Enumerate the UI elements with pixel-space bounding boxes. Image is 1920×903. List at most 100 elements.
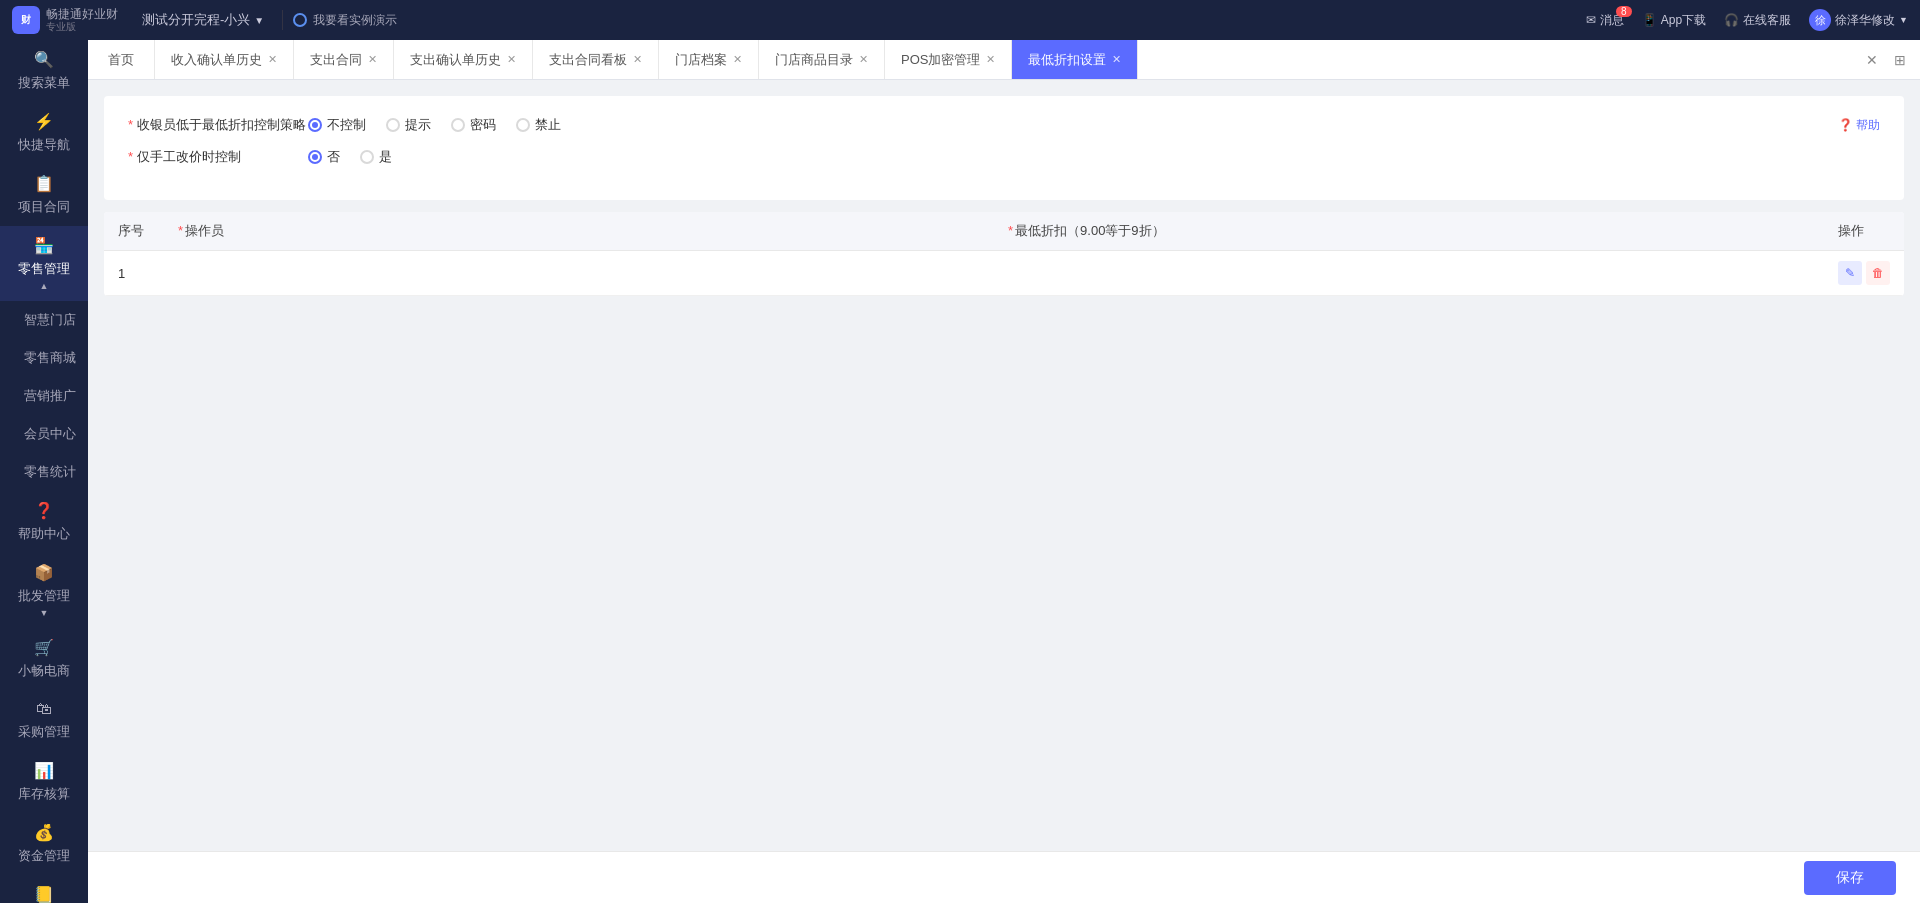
phone-icon: 📱 bbox=[1642, 13, 1657, 27]
cell-discount bbox=[994, 251, 1824, 296]
tab-payment-board[interactable]: 支出合同看板 ✕ bbox=[533, 40, 659, 80]
sidebar-item-ecommerce[interactable]: 🛒 小畅电商 bbox=[0, 628, 88, 690]
tab-pos-password-close[interactable]: ✕ bbox=[986, 53, 995, 66]
sidebar-item-wholesale[interactable]: 📦 批发管理 ▼ bbox=[0, 553, 88, 628]
sidebar-item-project[interactable]: 📋 项目合同 bbox=[0, 164, 88, 226]
sidebar-label-quicknav: 快捷导航 bbox=[18, 136, 70, 154]
divider bbox=[282, 10, 283, 30]
radio-manual-yes[interactable]: 是 bbox=[360, 148, 392, 166]
sidebar-item-member[interactable]: 会员中心 bbox=[0, 415, 88, 453]
help-link[interactable]: ❓ 帮助 bbox=[1838, 117, 1880, 134]
tab-home[interactable]: 首页 bbox=[88, 40, 155, 80]
cart-icon: 🛒 bbox=[34, 638, 54, 657]
sidebar-item-retail-stat[interactable]: 零售统计 bbox=[0, 453, 88, 491]
sidebar-item-inventory[interactable]: 📊 库存核算 bbox=[0, 751, 88, 813]
collapse-arrow-icon: ▼ bbox=[40, 608, 49, 618]
tab-payment-contract-label: 支出合同 bbox=[310, 51, 362, 69]
app-download-label: App下载 bbox=[1661, 12, 1706, 29]
edition-label: 专业版 bbox=[46, 21, 118, 33]
radio-remind[interactable]: 提示 bbox=[386, 116, 431, 134]
chart-icon: 📊 bbox=[34, 761, 54, 780]
cell-seq: 1 bbox=[104, 251, 164, 296]
sidebar-label-retail-mall: 零售商城 bbox=[24, 349, 76, 367]
tab-min-discount-close[interactable]: ✕ bbox=[1112, 53, 1121, 66]
store-icon: 🏪 bbox=[34, 236, 54, 255]
tab-store-file[interactable]: 门店档案 ✕ bbox=[659, 40, 759, 80]
edit-btn[interactable]: ✎ bbox=[1838, 261, 1862, 285]
radio-remind-circle bbox=[386, 118, 400, 132]
search-icon: 🔍 bbox=[34, 50, 54, 69]
expand-tab-btn[interactable]: ⊞ bbox=[1890, 50, 1910, 70]
delete-btn[interactable]: 🗑 bbox=[1866, 261, 1890, 285]
tab-store-goods-close[interactable]: ✕ bbox=[859, 53, 868, 66]
save-button[interactable]: 保存 bbox=[1804, 861, 1896, 895]
tab-payment-contract[interactable]: 支出合同 ✕ bbox=[294, 40, 394, 80]
sidebar-label-ecommerce: 小畅电商 bbox=[18, 662, 70, 680]
project-selector[interactable]: 测试分开完程-小兴 ▼ bbox=[134, 7, 272, 33]
online-service-btn[interactable]: 🎧 在线客服 bbox=[1724, 12, 1791, 29]
sidebar-item-help[interactable]: ❓ 帮助中心 bbox=[0, 491, 88, 553]
tab-income-label: 收入确认单历史 bbox=[171, 51, 262, 69]
tab-home-label: 首页 bbox=[108, 51, 134, 69]
tab-store-goods[interactable]: 门店商品目录 ✕ bbox=[759, 40, 885, 80]
sidebar-item-finance[interactable]: 💰 资金管理 bbox=[0, 813, 88, 875]
contract-icon: 📋 bbox=[34, 174, 54, 193]
table-card: 序号 *操作员 *最低折扣（9.00等于9折） 操作 1 bbox=[104, 212, 1904, 296]
message-btn[interactable]: ✉ 消息 8 bbox=[1586, 12, 1624, 29]
tab-income-close[interactable]: ✕ bbox=[268, 53, 277, 66]
tab-payment-contract-close[interactable]: ✕ bbox=[368, 53, 377, 66]
demo-link[interactable]: 我要看实例演示 bbox=[293, 12, 397, 29]
page-content: * 收银员低于最低折扣控制策略 不控制 提示 bbox=[88, 80, 1920, 851]
table-row: 1 ✎ 🗑 bbox=[104, 251, 1904, 296]
radio-forbid[interactable]: 禁止 bbox=[516, 116, 561, 134]
topbar-right: ✉ 消息 8 📱 App下载 🎧 在线客服 徐 徐泽华修改 ▼ bbox=[1586, 9, 1908, 31]
sidebar-item-search[interactable]: 🔍 搜索菜单 bbox=[0, 40, 88, 102]
sidebar-label-project: 项目合同 bbox=[18, 198, 70, 216]
sidebar-label-purchase: 采购管理 bbox=[18, 723, 70, 741]
manual-price-label: * 仅手工改价时控制 bbox=[128, 148, 308, 166]
demo-icon bbox=[293, 13, 307, 27]
app-download-btn[interactable]: 📱 App下载 bbox=[1642, 12, 1706, 29]
radio-manual-no-circle bbox=[308, 150, 322, 164]
money-icon: 💰 bbox=[34, 823, 54, 842]
question-icon: ❓ bbox=[1838, 118, 1853, 132]
tab-min-discount[interactable]: 最低折扣设置 ✕ bbox=[1012, 40, 1138, 80]
topbar: 财 畅捷通好业财 专业版 测试分开完程-小兴 ▼ 我要看实例演示 ✉ 消息 8 … bbox=[0, 0, 1920, 40]
user-menu[interactable]: 徐 徐泽华修改 ▼ bbox=[1809, 9, 1908, 31]
footer-bar: 保存 bbox=[88, 851, 1920, 903]
sidebar-label-finance: 资金管理 bbox=[18, 847, 70, 865]
sidebar-item-marketing[interactable]: 营销推广 bbox=[0, 377, 88, 415]
tab-income[interactable]: 收入确认单历史 ✕ bbox=[155, 40, 294, 80]
demo-label: 我要看实例演示 bbox=[313, 12, 397, 29]
tab-payment-confirm-close[interactable]: ✕ bbox=[507, 53, 516, 66]
close-all-btn[interactable]: ✕ bbox=[1862, 50, 1882, 70]
cell-action: ✎ 🗑 bbox=[1824, 251, 1904, 296]
sidebar-label-marketing: 营销推广 bbox=[24, 387, 76, 405]
tab-payment-board-close[interactable]: ✕ bbox=[633, 53, 642, 66]
tab-payment-confirm[interactable]: 支出确认单历史 ✕ bbox=[394, 40, 533, 80]
tab-store-file-label: 门店档案 bbox=[675, 51, 727, 69]
radio-no-control[interactable]: 不控制 bbox=[308, 116, 366, 134]
sidebar-label-inventory: 库存核算 bbox=[18, 785, 70, 803]
project-name: 测试分开完程-小兴 bbox=[142, 11, 250, 29]
sidebar-label-retail-stat: 零售统计 bbox=[24, 463, 76, 481]
required-star-2: * bbox=[128, 149, 133, 164]
sidebar-item-retail-mgmt[interactable]: 🏪 零售管理 ▲ bbox=[0, 226, 88, 301]
tab-pos-password[interactable]: POS加密管理 ✕ bbox=[885, 40, 1012, 80]
avatar: 徐 bbox=[1809, 9, 1831, 31]
tab-store-file-close[interactable]: ✕ bbox=[733, 53, 742, 66]
sidebar-item-quicknav[interactable]: ⚡ 快捷导航 bbox=[0, 102, 88, 164]
sidebar-item-smart-store[interactable]: 智慧门店 bbox=[0, 301, 88, 339]
sidebar-item-retail-mall[interactable]: 零售商城 bbox=[0, 339, 88, 377]
expand-arrow-icon: ▲ bbox=[40, 281, 49, 291]
table-header-row: 序号 *操作员 *最低折扣（9.00等于9折） 操作 bbox=[104, 212, 1904, 251]
radio-manual-no[interactable]: 否 bbox=[308, 148, 340, 166]
tab-min-discount-label: 最低折扣设置 bbox=[1028, 51, 1106, 69]
manual-price-options: 否 是 bbox=[308, 148, 392, 166]
user-chevron-icon: ▼ bbox=[1899, 15, 1908, 25]
sidebar-item-purchase[interactable]: 🛍 采购管理 bbox=[0, 690, 88, 751]
tab-store-goods-label: 门店商品目录 bbox=[775, 51, 853, 69]
sidebar-item-ledger[interactable]: 📒 总账管理 bbox=[0, 875, 88, 903]
col-header-discount: *最低折扣（9.00等于9折） bbox=[994, 212, 1824, 251]
radio-password[interactable]: 密码 bbox=[451, 116, 496, 134]
